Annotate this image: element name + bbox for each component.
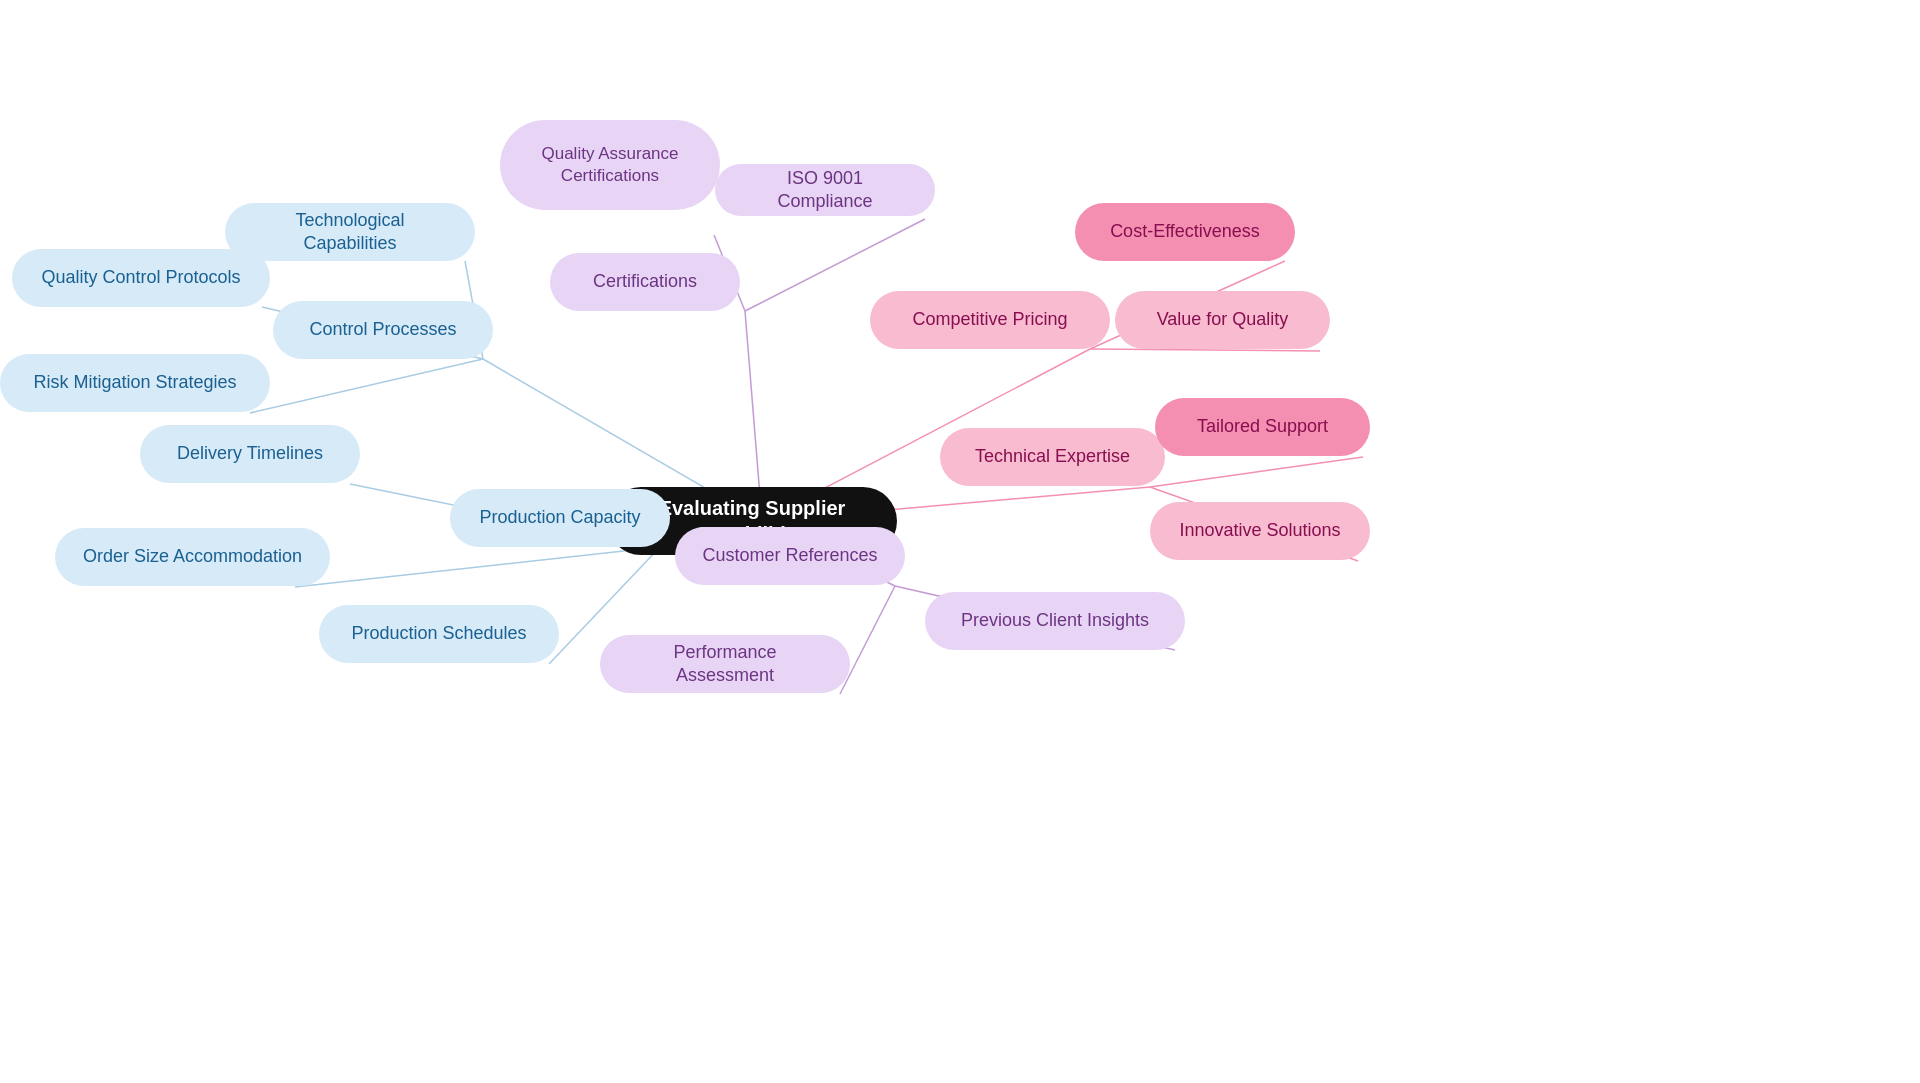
innovative-solutions-node: Innovative Solutions <box>1150 502 1370 560</box>
certifications-node: Certifications <box>550 253 740 311</box>
svg-line-10 <box>250 359 483 413</box>
svg-line-14 <box>840 586 895 694</box>
svg-line-18 <box>1150 457 1363 487</box>
production-schedules-node: Production Schedules <box>319 605 559 663</box>
cost-effectiveness-node: Cost-Effectiveness <box>1075 203 1295 261</box>
svg-line-17 <box>1090 349 1320 351</box>
tailored-support-node: Tailored Support <box>1155 398 1370 456</box>
technical-expertise-node: Technical Expertise <box>940 428 1165 486</box>
performance-assessment-node: Performance Assessment <box>600 635 850 693</box>
production-capacity-node: Production Capacity <box>450 489 670 547</box>
iso-compliance-node: ISO 9001 Compliance <box>715 164 935 216</box>
value-for-quality-node: Value for Quality <box>1115 291 1330 349</box>
quality-control-protocols-node: Quality Control Protocols <box>12 249 270 307</box>
order-size-accommodation-node: Order Size Accommodation <box>55 528 330 586</box>
control-processes-node: Control Processes <box>273 301 493 359</box>
quality-assurance-node: Quality Assurance Certifications <box>500 120 720 210</box>
svg-line-12 <box>295 547 660 587</box>
delivery-timelines-node: Delivery Timelines <box>140 425 360 483</box>
previous-client-insights-node: Previous Client Insights <box>925 592 1185 650</box>
customer-references-node: Customer References <box>675 527 905 585</box>
competitive-pricing-node: Competitive Pricing <box>870 291 1110 349</box>
risk-mitigation-strategies-node: Risk Mitigation Strategies <box>0 354 270 412</box>
technological-capabilities-node: Technological Capabilities <box>225 203 475 261</box>
